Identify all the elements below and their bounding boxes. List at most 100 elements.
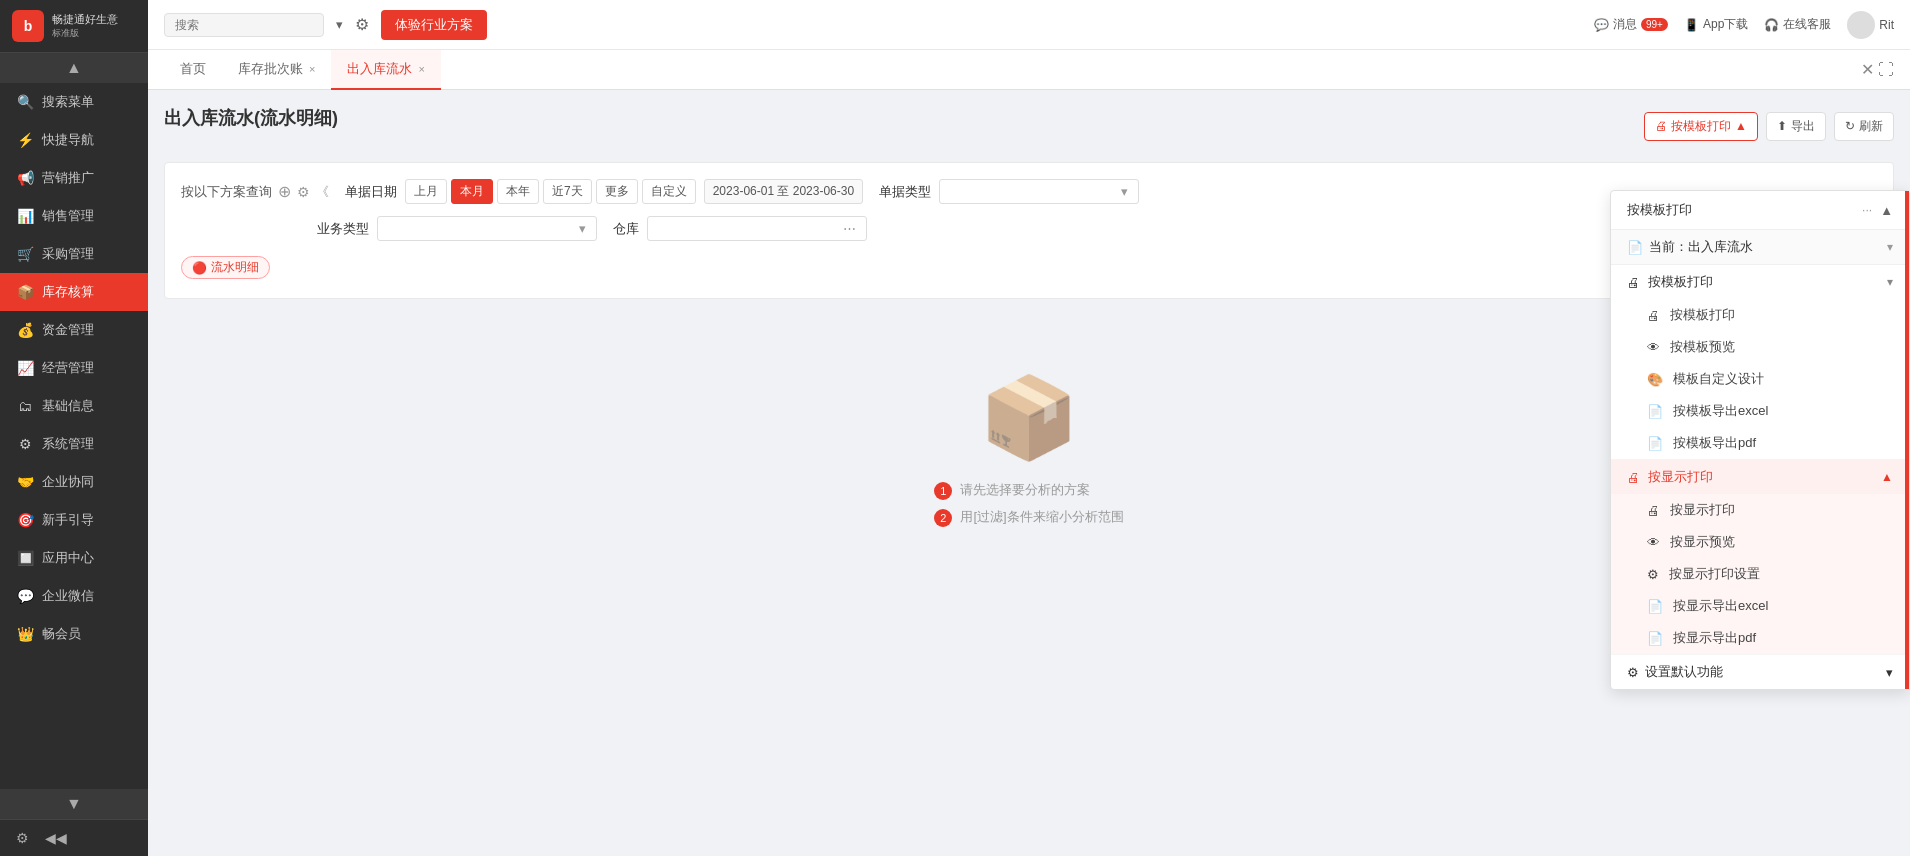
display-items: 🖨 按显示打印 👁 按显示预览 ⚙ 按显示打印设置 📄 按显示导出excel [1611, 494, 1909, 654]
filter-collapse-btn[interactable]: 《 [316, 183, 329, 201]
app-edition: 标准版 [52, 27, 118, 40]
tab-close-all-btn[interactable]: ✕ [1861, 60, 1874, 79]
tab-maximize-btn[interactable]: ⛶ [1878, 61, 1894, 79]
biz-field-label: 业务类型 [317, 220, 369, 238]
online-service-btn[interactable]: 🎧 在线客服 [1764, 16, 1831, 33]
print-icon: 🖨 [1655, 119, 1667, 133]
sidebar-item-label: 搜索菜单 [42, 93, 94, 111]
sidebar-item-label: 库存核算 [42, 283, 94, 301]
tab-flow[interactable]: 出入库流水 × [331, 50, 440, 90]
dropdown-template-preview[interactable]: 👁 按模板预览 [1611, 331, 1909, 363]
sidebar-item-search[interactable]: 🔍 搜索菜单 [0, 83, 148, 121]
dropdown-display-excel[interactable]: 📄 按显示导出excel [1611, 590, 1909, 622]
step-2-text: 用[过滤]条件来缩小分析范围 [960, 508, 1123, 526]
date-btn-this-year[interactable]: 本年 [497, 179, 539, 204]
dropdown-display-pdf[interactable]: 📄 按显示导出pdf [1611, 622, 1909, 654]
search-icon: 🔍 [16, 94, 34, 110]
top-header: ▾ ⚙ 体验行业方案 💬 消息 99+ 📱 App下载 🎧 在线客服 Rit [148, 0, 1910, 50]
sidebar-item-finance[interactable]: 💰 资金管理 [0, 311, 148, 349]
biz-chevron-down-icon: ▾ [579, 221, 586, 236]
refresh-btn[interactable]: ↻ 刷新 [1834, 112, 1894, 141]
sidebar-item-label: 基础信息 [42, 397, 94, 415]
message-btn[interactable]: 💬 消息 99+ [1594, 16, 1668, 33]
dropdown-footer[interactable]: ⚙ 设置默认功能 ▾ [1611, 655, 1909, 689]
page-title: 出入库流水(流水明细) [164, 106, 338, 130]
operation-icon: 📈 [16, 360, 34, 376]
sidebar-collapse-btn[interactable]: ◀◀ [45, 830, 67, 846]
export-btn[interactable]: ⬆ 导出 [1766, 112, 1826, 141]
resize-handle[interactable] [1905, 191, 1909, 689]
dropdown-header: 按模板打印 ··· ▲ [1611, 191, 1909, 230]
date-btn-custom[interactable]: 自定义 [642, 179, 696, 204]
sidebar-settings-btn[interactable]: ⚙ [16, 830, 29, 846]
sidebar-item-quick-nav[interactable]: ⚡ 快捷导航 [0, 121, 148, 159]
user-avatar-btn[interactable]: Rit [1847, 11, 1894, 39]
tab-flow-close[interactable]: × [418, 63, 424, 75]
filter-settings-btn[interactable]: ⚙ [297, 184, 310, 200]
header-settings-btn[interactable]: ⚙ [355, 15, 369, 34]
inventory-icon: 📦 [16, 284, 34, 300]
template-print-section: 🖨 按模板打印 ▾ 🖨 按模板打印 👁 按模板预览 🎨 [1611, 265, 1909, 460]
template-print-header[interactable]: 🖨 按模板打印 ▾ [1611, 265, 1909, 299]
sidebar-item-wechat[interactable]: 💬 企业微信 [0, 577, 148, 615]
refresh-label: 刷新 [1859, 118, 1883, 135]
app-download-label: App下载 [1703, 16, 1748, 33]
biz-select[interactable]: ▾ [377, 216, 597, 241]
header-search-input[interactable] [164, 13, 324, 37]
sidebar-item-system[interactable]: ⚙ 系统管理 [0, 425, 148, 463]
tag-flow-detail[interactable]: 🔴 流水明细 [181, 256, 270, 279]
filter-add-btn[interactable]: ⊕ [278, 182, 291, 201]
footer-label: 设置默认功能 [1645, 663, 1723, 681]
sidebar-scroll-down[interactable]: ▼ [0, 789, 148, 819]
sidebar-item-inventory[interactable]: 📦 库存核算 [0, 273, 148, 311]
industry-btn[interactable]: 体验行业方案 [381, 10, 487, 40]
print-template-btn[interactable]: 🖨 按模板打印 ▲ [1644, 112, 1758, 141]
tab-batch-account[interactable]: 库存批次账 × [222, 50, 331, 90]
date-btn-this-month[interactable]: 本月 [451, 179, 493, 204]
sidebar-item-operation[interactable]: 📈 经营管理 [0, 349, 148, 387]
dropdown-display-preview[interactable]: 👁 按显示预览 [1611, 526, 1909, 558]
biz-filter-group: 业务类型 ▾ [317, 216, 597, 241]
sidebar-item-sales[interactable]: 📊 销售管理 [0, 197, 148, 235]
sidebar-logo: b 畅捷通好生意 标准版 [0, 0, 148, 53]
dropdown-close-btn[interactable]: ▲ [1880, 203, 1893, 218]
tab-batch-account-close[interactable]: × [309, 63, 315, 75]
dropdown-template-print[interactable]: 🖨 按模板打印 [1611, 299, 1909, 331]
app-download-btn[interactable]: 📱 App下载 [1684, 16, 1748, 33]
type-select[interactable]: ▾ [939, 179, 1139, 204]
dropdown-panel: 按模板打印 ··· ▲ 📄 当前：出入库流水 ▾ 🖨 [1610, 190, 1910, 690]
display-print-header[interactable]: 🖨 按显示打印 ▲ [1611, 460, 1909, 494]
warehouse-select[interactable]: ⋯ [647, 216, 867, 241]
date-range-display[interactable]: 2023-06-01 至 2023-06-30 [704, 179, 863, 204]
sidebar-item-basic[interactable]: 🗂 基础信息 [0, 387, 148, 425]
sidebar-item-purchase[interactable]: 🛒 采购管理 [0, 235, 148, 273]
tab-home[interactable]: 首页 [164, 50, 222, 90]
dropdown-display-print-settings[interactable]: ⚙ 按显示打印设置 [1611, 558, 1909, 590]
display-print-icon: 🖨 [1647, 503, 1660, 518]
sidebar-item-app-center[interactable]: 🔲 应用中心 [0, 539, 148, 577]
empty-steps: 1 请先选择要分析的方案 2 用[过滤]条件来缩小分析范围 [934, 481, 1123, 535]
dropdown-ellipsis[interactable]: ··· [1862, 203, 1872, 217]
print-template-label: 按模板打印 [1671, 118, 1731, 135]
sidebar-item-collab[interactable]: 🤝 企业协同 [0, 463, 148, 501]
display-preview-icon: 👁 [1647, 535, 1660, 550]
dropdown-template-excel[interactable]: 📄 按模板导出excel [1611, 395, 1909, 427]
message-label: 消息 [1613, 16, 1637, 33]
template-excel-icon: 📄 [1647, 404, 1663, 419]
sidebar-item-guide[interactable]: 🎯 新手引导 [0, 501, 148, 539]
footer-label-wrap: ⚙ 设置默认功能 [1627, 663, 1723, 681]
dropdown-display-print[interactable]: 🖨 按显示打印 [1611, 494, 1909, 526]
empty-step-2: 2 用[过滤]条件来缩小分析范围 [934, 508, 1123, 527]
member-icon: 👑 [16, 626, 34, 642]
sidebar-item-marketing[interactable]: 📢 营销推广 [0, 159, 148, 197]
sidebar-item-member[interactable]: 👑 畅会员 [0, 615, 148, 653]
date-btn-last-month[interactable]: 上月 [405, 179, 447, 204]
dropdown-template-custom[interactable]: 🎨 模板自定义设计 [1611, 363, 1909, 395]
print-section-icon: 🖨 [1627, 275, 1640, 290]
date-btn-7days[interactable]: 近7天 [543, 179, 592, 204]
header-dropdown-btn[interactable]: ▾ [336, 17, 343, 32]
date-btn-more[interactable]: 更多 [596, 179, 638, 204]
display-print-section: 🖨 按显示打印 ▲ 🖨 按显示打印 👁 按显示预览 ⚙ [1611, 460, 1909, 655]
sidebar-scroll-up[interactable]: ▲ [0, 53, 148, 83]
dropdown-template-pdf[interactable]: 📄 按模板导出pdf [1611, 427, 1909, 459]
